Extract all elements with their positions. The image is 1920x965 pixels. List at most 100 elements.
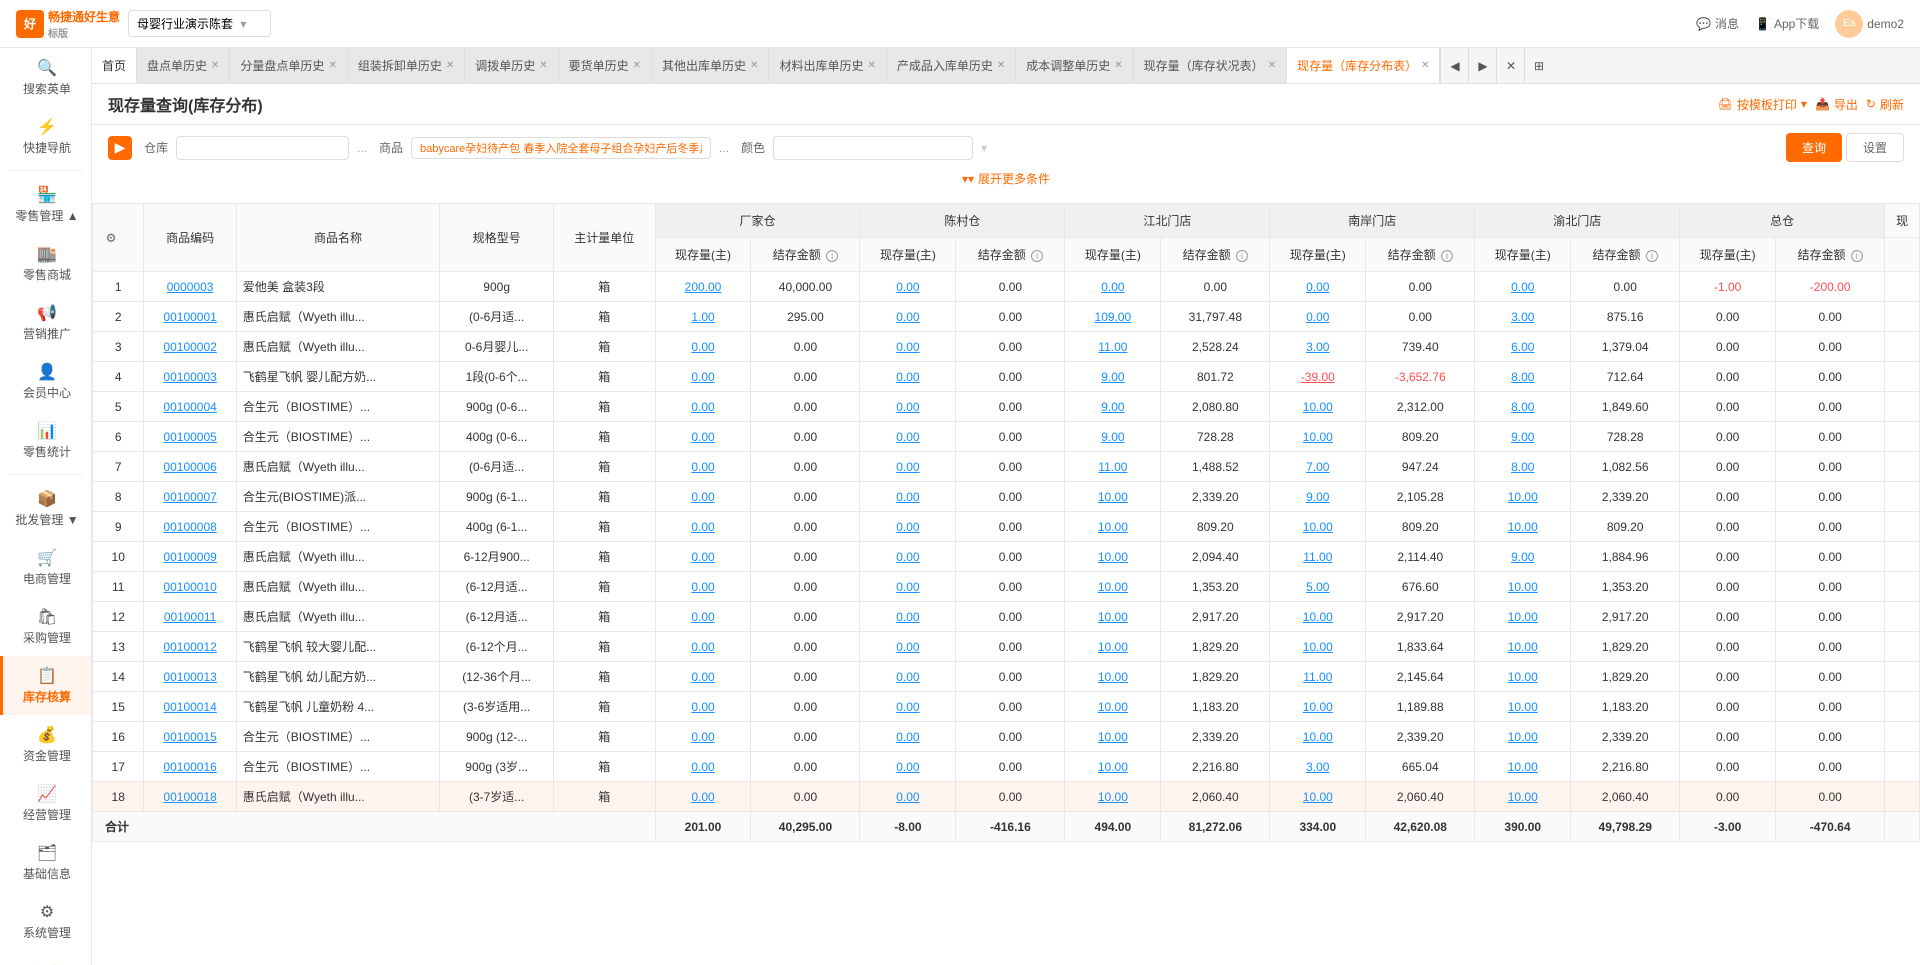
- cell-yb-qty[interactable]: 10.00: [1475, 782, 1571, 812]
- expand-more-btn[interactable]: ▾▾ 展开更多条件: [962, 170, 1050, 187]
- cell-na-qty[interactable]: 10.00: [1270, 602, 1366, 632]
- cell-jb-qty[interactable]: 9.00: [1065, 422, 1161, 452]
- cell-yb-qty[interactable]: 10.00: [1475, 632, 1571, 662]
- cell-jb-qty[interactable]: 10.00: [1065, 692, 1161, 722]
- tab-assembly[interactable]: 组装拆卸单历史 ✕: [348, 48, 465, 84]
- cell-vil-qty[interactable]: 0.00: [860, 662, 956, 692]
- cell-na-qty[interactable]: 10.00: [1270, 632, 1366, 662]
- cell-fac-qty[interactable]: 0.00: [655, 482, 751, 512]
- cell-code[interactable]: 00100012: [144, 632, 236, 662]
- cell-code[interactable]: 00100003: [144, 362, 236, 392]
- warehouse-input[interactable]: [176, 136, 349, 160]
- cell-code[interactable]: 00100008: [144, 512, 236, 542]
- sidebar-item-wholesale[interactable]: 📦 批发管理 ▼: [0, 479, 91, 538]
- cell-na-qty[interactable]: 3.00: [1270, 752, 1366, 782]
- cell-fac-qty[interactable]: 0.00: [655, 572, 751, 602]
- cell-code[interactable]: 00100004: [144, 392, 236, 422]
- info-icon-yb[interactable]: i: [1646, 250, 1658, 262]
- cell-code[interactable]: 00100009: [144, 542, 236, 572]
- cell-code[interactable]: 00100001: [144, 302, 236, 332]
- cell-vil-qty[interactable]: 0.00: [860, 722, 956, 752]
- cell-na-qty[interactable]: 0.00: [1270, 272, 1366, 302]
- tab-requisition[interactable]: 要货单历史 ✕: [559, 48, 652, 84]
- tab-inventory-dist[interactable]: 现存量（库存分布表） ✕: [1287, 48, 1440, 84]
- cell-na-qty[interactable]: 10.00: [1270, 422, 1366, 452]
- info-icon-jb[interactable]: i: [1236, 250, 1248, 262]
- cell-code[interactable]: 00100015: [144, 722, 236, 752]
- close-icon[interactable]: ✕: [446, 60, 454, 71]
- cell-code[interactable]: 00100005: [144, 422, 236, 452]
- cell-fac-qty[interactable]: 0.00: [655, 512, 751, 542]
- cell-code[interactable]: 00100006: [144, 452, 236, 482]
- color-input[interactable]: [773, 136, 973, 160]
- cell-code[interactable]: 00100010: [144, 572, 236, 602]
- cell-na-qty[interactable]: 10.00: [1270, 692, 1366, 722]
- close-icon[interactable]: ✕: [539, 60, 547, 71]
- cell-na-qty[interactable]: 3.00: [1270, 332, 1366, 362]
- cell-jb-qty[interactable]: 10.00: [1065, 662, 1161, 692]
- cell-yb-qty[interactable]: 0.00: [1475, 272, 1571, 302]
- cell-fac-qty[interactable]: 0.00: [655, 662, 751, 692]
- tab-home[interactable]: 首页: [92, 48, 137, 84]
- info-icon-fac[interactable]: i: [826, 250, 838, 262]
- export-btn[interactable]: 📤 导出: [1815, 96, 1858, 113]
- cell-vil-qty[interactable]: 0.00: [860, 752, 956, 782]
- cell-jb-qty[interactable]: 10.00: [1065, 482, 1161, 512]
- cell-jb-qty[interactable]: 10.00: [1065, 572, 1161, 602]
- sidebar-item-member[interactable]: 👤 会员中心: [0, 352, 91, 411]
- sidebar-item-finance[interactable]: 💰 资金管理: [0, 715, 91, 774]
- cell-yb-qty[interactable]: 10.00: [1475, 722, 1571, 752]
- tab-prev-btn[interactable]: ◀: [1440, 48, 1468, 84]
- cell-na-qty[interactable]: 10.00: [1270, 782, 1366, 812]
- cell-na-qty[interactable]: 9.00: [1270, 482, 1366, 512]
- close-icon[interactable]: ✕: [1421, 60, 1429, 71]
- cell-code[interactable]: 00100016: [144, 752, 236, 782]
- close-icon[interactable]: ✕: [1268, 60, 1276, 71]
- cell-fac-qty[interactable]: 1.00: [655, 302, 751, 332]
- cell-vil-qty[interactable]: 0.00: [860, 542, 956, 572]
- cell-jb-qty[interactable]: 10.00: [1065, 722, 1161, 752]
- cell-fac-qty[interactable]: 0.00: [655, 452, 751, 482]
- cell-code[interactable]: 00100018: [144, 782, 236, 812]
- cell-code[interactable]: 00100014: [144, 692, 236, 722]
- cell-yb-qty[interactable]: 10.00: [1475, 662, 1571, 692]
- tab-expand-btn[interactable]: ⊞: [1524, 48, 1552, 84]
- tab-cost-adjust[interactable]: 成本调整单历史 ✕: [1016, 48, 1133, 84]
- cell-yb-qty[interactable]: 9.00: [1475, 542, 1571, 572]
- sidebar-item-nav[interactable]: ⚡ 快捷导航: [0, 107, 91, 166]
- expand-toggle-btn[interactable]: ▶: [108, 136, 132, 160]
- cell-yb-qty[interactable]: 10.00: [1475, 482, 1571, 512]
- cell-vil-qty[interactable]: 0.00: [860, 632, 956, 662]
- info-icon-na[interactable]: i: [1441, 250, 1453, 262]
- cell-vil-qty[interactable]: 0.00: [860, 272, 956, 302]
- refresh-btn[interactable]: ↻ 刷新: [1866, 96, 1904, 113]
- cell-fac-qty[interactable]: 0.00: [655, 692, 751, 722]
- sidebar-item-marketing[interactable]: 📢 营销推广: [0, 293, 91, 352]
- cell-jb-qty[interactable]: 109.00: [1065, 302, 1161, 332]
- sidebar-item-search[interactable]: 🔍 搜索英单: [0, 48, 91, 107]
- cell-code[interactable]: 00100007: [144, 482, 236, 512]
- cell-na-qty[interactable]: 11.00: [1270, 662, 1366, 692]
- cell-code[interactable]: 0000003: [144, 272, 236, 302]
- cell-vil-qty[interactable]: 0.00: [860, 692, 956, 722]
- sidebar-item-ecommerce[interactable]: 🛒 电商管理: [0, 538, 91, 597]
- user-avatar-area[interactable]: Ea demo2: [1835, 10, 1904, 38]
- close-icon[interactable]: ✕: [867, 60, 875, 71]
- tab-close-all-btn[interactable]: ✕: [1496, 48, 1524, 84]
- cell-yb-qty[interactable]: 10.00: [1475, 512, 1571, 542]
- cell-fac-qty[interactable]: 0.00: [655, 632, 751, 662]
- cell-yb-qty[interactable]: 10.00: [1475, 752, 1571, 782]
- cell-yb-qty[interactable]: 8.00: [1475, 452, 1571, 482]
- sidebar-item-basic[interactable]: 🗂 基础信息: [0, 833, 91, 892]
- cell-yb-qty[interactable]: 10.00: [1475, 692, 1571, 722]
- sidebar-item-retail[interactable]: 🏪 零售管理 ▲: [0, 175, 91, 234]
- sidebar-item-enterprise[interactable]: 🤝 企业协同: [0, 951, 91, 965]
- tab-partial-count[interactable]: 分量盘点单历史 ✕: [230, 48, 347, 84]
- close-icon[interactable]: ✕: [1114, 60, 1122, 71]
- company-dropdown[interactable]: 母婴行业演示陈套 ▾: [128, 10, 271, 37]
- cell-code[interactable]: 00100013: [144, 662, 236, 692]
- cell-vil-qty[interactable]: 0.00: [860, 392, 956, 422]
- cell-fac-qty[interactable]: 0.00: [655, 722, 751, 752]
- tab-inventory-count[interactable]: 盘点单历史 ✕: [137, 48, 230, 84]
- info-icon-tot[interactable]: i: [1851, 250, 1863, 262]
